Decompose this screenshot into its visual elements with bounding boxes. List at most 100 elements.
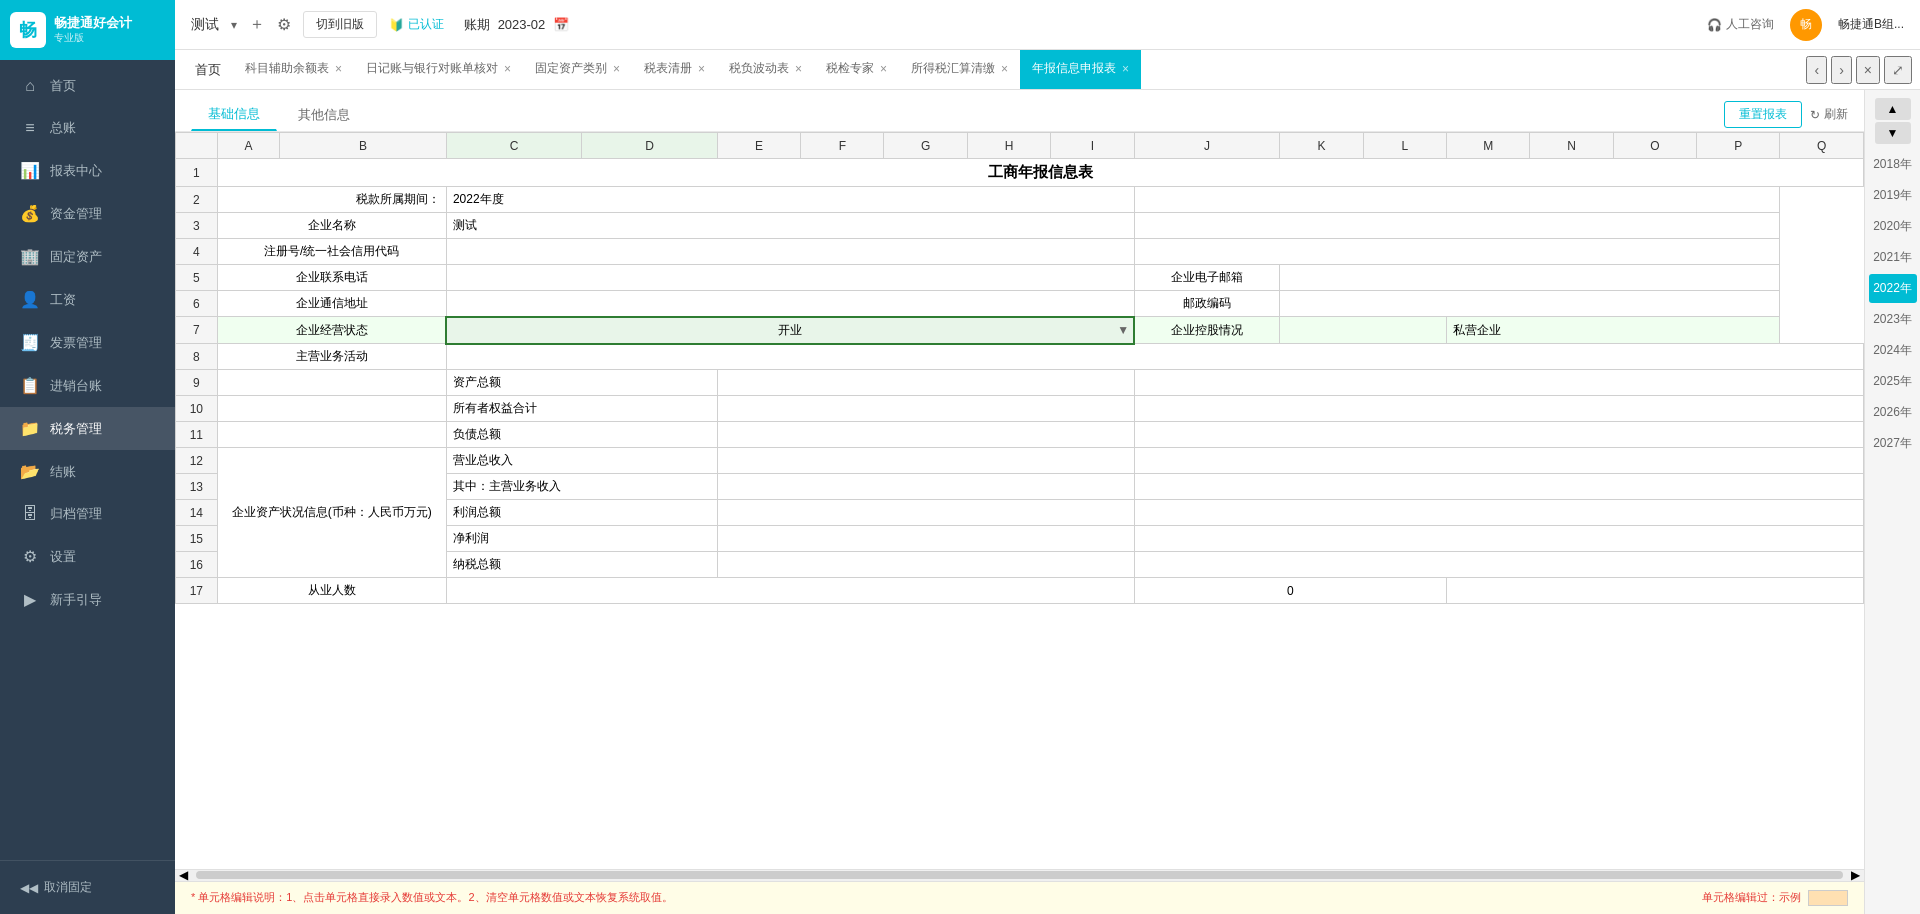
tab-close-journal-bank[interactable]: ×	[504, 62, 511, 76]
panel-down-button[interactable]: ▼	[1875, 122, 1911, 144]
sidebar-item-reports[interactable]: 📊 报表中心	[0, 149, 175, 192]
cell-4-empty[interactable]	[1134, 239, 1780, 265]
cell-3-label[interactable]: 企业名称	[217, 213, 446, 239]
tab-close-tax-list[interactable]: ×	[698, 62, 705, 76]
sidebar-item-funds[interactable]: 💰 资金管理	[0, 192, 175, 235]
add-tab-button[interactable]: ＋	[249, 14, 265, 35]
cell-12-value[interactable]	[717, 448, 1134, 474]
cell-14-value[interactable]	[717, 500, 1134, 526]
tab-tax-fluctuation[interactable]: 税负波动表 ×	[717, 50, 814, 89]
cell-5-extra-value[interactable]	[1280, 265, 1780, 291]
cell-5-value[interactable]	[446, 265, 1134, 291]
cell-2-label[interactable]: 税款所属期间：	[217, 187, 446, 213]
cancel-fixed-button[interactable]: ◀◀ 取消固定	[20, 871, 155, 904]
tab-next-button[interactable]: ›	[1831, 56, 1852, 84]
sidebar-item-home[interactable]: ⌂ 首页	[0, 65, 175, 107]
tab-income-tax[interactable]: 所得税汇算清缴 ×	[899, 50, 1020, 89]
cell-5-extra-label[interactable]: 企业电子邮箱	[1134, 265, 1280, 291]
cell-15-label[interactable]: 净利润	[446, 526, 717, 552]
reset-report-button[interactable]: 重置报表	[1724, 101, 1802, 128]
cell-17-value[interactable]	[446, 578, 1134, 604]
year-2018[interactable]: 2018年	[1869, 150, 1917, 179]
tab-journal-bank[interactable]: 日记账与银行对账单核对 ×	[354, 50, 523, 89]
year-2023[interactable]: 2023年	[1869, 305, 1917, 334]
tab-close-tax-fluctuation[interactable]: ×	[795, 62, 802, 76]
cell-3-value[interactable]: 测试	[446, 213, 1134, 239]
tab-close-all-button[interactable]: ×	[1856, 56, 1880, 84]
subtab-other-info[interactable]: 其他信息	[281, 99, 367, 131]
cell-10-label[interactable]: 所有者权益合计	[446, 396, 717, 422]
cell-7-extra-value[interactable]	[1280, 317, 1447, 344]
sidebar-item-closing[interactable]: 📂 结账	[0, 450, 175, 493]
sidebar-item-salary[interactable]: 👤 工资	[0, 278, 175, 321]
sidebar-item-settings[interactable]: ⚙ 设置	[0, 535, 175, 578]
sidebar-item-ledger[interactable]: ≡ 总账	[0, 107, 175, 149]
scroll-thumb[interactable]	[196, 871, 1843, 879]
cell-7-value[interactable]: 开业 ▼	[446, 317, 1134, 344]
cell-13-value[interactable]	[717, 474, 1134, 500]
cell-10-empty2[interactable]	[1134, 396, 1863, 422]
year-2026[interactable]: 2026年	[1869, 398, 1917, 427]
cell-7-label[interactable]: 企业经营状态	[217, 317, 446, 344]
cell-6-extra-label[interactable]: 邮政编码	[1134, 291, 1280, 317]
sidebar-item-tax[interactable]: 📁 税务管理	[0, 407, 175, 450]
cell-15-value[interactable]	[717, 526, 1134, 552]
cell-5-label[interactable]: 企业联系电话	[217, 265, 446, 291]
year-2022[interactable]: 2022年	[1869, 274, 1917, 303]
cell-13-label[interactable]: 其中：主营业务收入	[446, 474, 717, 500]
cell-9-empty2[interactable]	[1134, 370, 1863, 396]
cell-8-value[interactable]	[446, 344, 1863, 370]
cell-16-value[interactable]	[717, 552, 1134, 578]
sidebar-item-purchase-sales[interactable]: 📋 进销台账	[0, 364, 175, 407]
settings-button[interactable]: ⚙	[277, 15, 291, 34]
cell-11-empty2[interactable]	[1134, 422, 1863, 448]
cell-8-label[interactable]: 主营业务活动	[217, 344, 446, 370]
tab-auxiliary-balance[interactable]: 科目辅助余额表 ×	[233, 50, 354, 89]
spreadsheet-title[interactable]: 工商年报信息表	[217, 159, 1863, 187]
year-2019[interactable]: 2019年	[1869, 181, 1917, 210]
year-2025[interactable]: 2025年	[1869, 367, 1917, 396]
cell-4-label[interactable]: 注册号/统一社会信用代码	[217, 239, 446, 265]
old-version-button[interactable]: 切到旧版	[303, 11, 377, 38]
cell-group-label[interactable]: 企业资产状况信息(币种：人民币万元)	[217, 448, 446, 578]
tab-prev-button[interactable]: ‹	[1806, 56, 1827, 84]
tab-tax-list[interactable]: 税表清册 ×	[632, 50, 717, 89]
cell-9-label[interactable]: 资产总额	[446, 370, 717, 396]
cell-13-empty[interactable]	[1134, 474, 1863, 500]
cell-17-empty[interactable]	[1447, 578, 1864, 604]
cell-7-private-value[interactable]: 私营企业	[1447, 317, 1780, 344]
cell-17-label[interactable]: 从业人数	[217, 578, 446, 604]
sidebar-item-guide[interactable]: ▶ 新手引导	[0, 578, 175, 621]
tab-annual-report[interactable]: 年报信息申报表 ×	[1020, 50, 1141, 89]
cell-14-label[interactable]: 利润总额	[446, 500, 717, 526]
cell-3-empty[interactable]	[1134, 213, 1780, 239]
cell-9-value[interactable]	[717, 370, 1134, 396]
cell-2-empty[interactable]	[1134, 187, 1780, 213]
cell-2-value[interactable]: 2022年度	[446, 187, 1134, 213]
year-2027[interactable]: 2027年	[1869, 429, 1917, 458]
subtab-basic-info[interactable]: 基础信息	[191, 98, 277, 131]
workspace-dropdown-icon[interactable]: ▾	[231, 18, 237, 32]
tab-expand-button[interactable]: ⤢	[1884, 56, 1912, 84]
cell-11-value[interactable]	[717, 422, 1134, 448]
cell-15-empty[interactable]	[1134, 526, 1863, 552]
tab-close-income-tax[interactable]: ×	[1001, 62, 1008, 76]
panel-up-button[interactable]: ▲	[1875, 98, 1911, 120]
cell-7-extra-label[interactable]: 企业控股情况	[1134, 317, 1280, 344]
tab-fixed-asset-class[interactable]: 固定资产类别 ×	[523, 50, 632, 89]
cell-10-empty[interactable]	[217, 396, 446, 422]
cell-4-value[interactable]	[446, 239, 1134, 265]
cell-12-empty[interactable]	[1134, 448, 1863, 474]
sidebar-item-assets[interactable]: 🏢 固定资产	[0, 235, 175, 278]
cell-11-empty[interactable]	[217, 422, 446, 448]
tab-tax-expert[interactable]: 税检专家 ×	[814, 50, 899, 89]
tab-home[interactable]: 首页	[183, 61, 233, 79]
cell-16-empty[interactable]	[1134, 552, 1863, 578]
cell-11-label[interactable]: 负债总额	[446, 422, 717, 448]
cell-16-label[interactable]: 纳税总额	[446, 552, 717, 578]
sidebar-item-invoice[interactable]: 🧾 发票管理	[0, 321, 175, 364]
customer-service-button[interactable]: 🎧 人工咨询	[1707, 16, 1774, 33]
cell-10-value[interactable]	[717, 396, 1134, 422]
calendar-icon[interactable]: 📅	[553, 17, 569, 32]
year-2021[interactable]: 2021年	[1869, 243, 1917, 272]
